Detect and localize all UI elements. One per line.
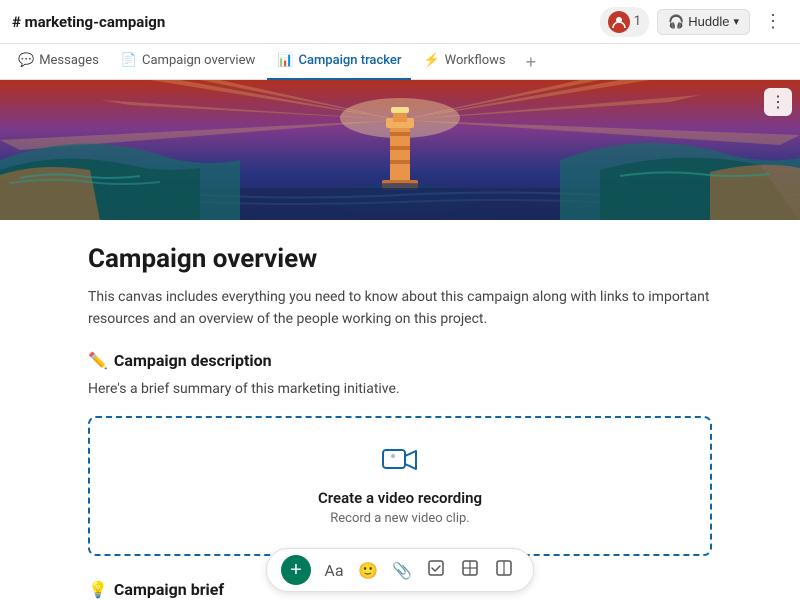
page-title: Campaign overview xyxy=(88,244,712,274)
layout-icon xyxy=(495,559,513,581)
tab-messages-label: Messages xyxy=(39,53,99,68)
plus-button[interactable]: + xyxy=(281,555,311,585)
campaign-brief-label: Campaign brief xyxy=(114,580,224,599)
video-camera-icon xyxy=(382,446,418,481)
huddle-label: Huddle xyxy=(688,14,729,29)
text-format-button[interactable]: Aa xyxy=(319,555,349,585)
top-bar-right: 1 🎧 Huddle ▾ ⋮ xyxy=(600,7,788,37)
tab-campaign-overview[interactable]: 📄 Campaign overview xyxy=(111,44,265,80)
huddle-button[interactable]: 🎧 Huddle ▾ xyxy=(657,9,750,35)
text-format-icon: Aa xyxy=(324,561,343,580)
tab-bar: 💬 Messages 📄 Campaign overview 📊 Campaig… xyxy=(0,44,800,80)
add-tab-button[interactable]: + xyxy=(518,44,545,80)
hero-image: ⋮ xyxy=(0,80,800,220)
campaign-tracker-tab-icon: 📊 xyxy=(277,53,293,68)
channel-name: # marketing-campaign xyxy=(12,13,165,31)
checkbox-icon xyxy=(427,559,445,581)
attachment-button[interactable]: 📎 xyxy=(387,555,417,585)
avatar-count: 1 xyxy=(634,14,641,29)
plus-icon: + xyxy=(290,559,302,582)
attachment-icon: 📎 xyxy=(392,561,412,580)
hero-more-icon: ⋮ xyxy=(770,92,786,112)
content-area: Campaign overview This canvas includes e… xyxy=(0,220,800,600)
video-recording-box[interactable]: Create a video recording Record a new vi… xyxy=(88,416,712,556)
video-box-subtitle: Record a new video clip. xyxy=(330,511,470,526)
table-button[interactable] xyxy=(455,555,485,585)
more-icon: ⋮ xyxy=(764,11,782,31)
tab-workflows[interactable]: ⚡ Workflows xyxy=(413,44,515,80)
messages-tab-icon: 💬 xyxy=(18,53,34,68)
campaign-description-label: Campaign description xyxy=(114,351,272,370)
tab-messages[interactable]: 💬 Messages xyxy=(8,44,109,80)
checkbox-button[interactable] xyxy=(421,555,451,585)
campaign-description-text: Here's a brief summary of this marketing… xyxy=(88,378,712,400)
tab-workflows-label: Workflows xyxy=(445,53,506,68)
campaign-brief-emoji: 💡 xyxy=(88,580,108,599)
chevron-down-icon: ▾ xyxy=(733,15,739,28)
table-icon xyxy=(461,559,479,581)
emoji-icon: 🙂 xyxy=(358,561,378,580)
tab-campaign-overview-label: Campaign overview xyxy=(142,53,255,68)
avatar-icon xyxy=(608,11,630,33)
campaign-description-emoji: ✏️ xyxy=(88,351,108,370)
video-box-title: Create a video recording xyxy=(318,489,482,507)
headphone-icon: 🎧 xyxy=(668,14,684,30)
intro-text: This canvas includes everything you need… xyxy=(88,286,712,331)
hero-more-button[interactable]: ⋮ xyxy=(764,88,792,116)
bottom-toolbar: + Aa 🙂 📎 xyxy=(266,548,534,592)
campaign-description-heading: ✏️ Campaign description xyxy=(88,351,712,370)
workflows-tab-icon: ⚡ xyxy=(423,53,439,68)
top-bar: # marketing-campaign 1 🎧 Huddle ▾ ⋮ xyxy=(0,0,800,44)
campaign-overview-tab-icon: 📄 xyxy=(121,53,137,68)
tab-campaign-tracker-label: Campaign tracker xyxy=(298,53,401,68)
header-more-button[interactable]: ⋮ xyxy=(758,7,788,36)
tab-campaign-tracker[interactable]: 📊 Campaign tracker xyxy=(267,44,411,80)
layout-button[interactable] xyxy=(489,555,519,585)
emoji-button[interactable]: 🙂 xyxy=(353,555,383,585)
avatar-group[interactable]: 1 xyxy=(600,7,649,37)
